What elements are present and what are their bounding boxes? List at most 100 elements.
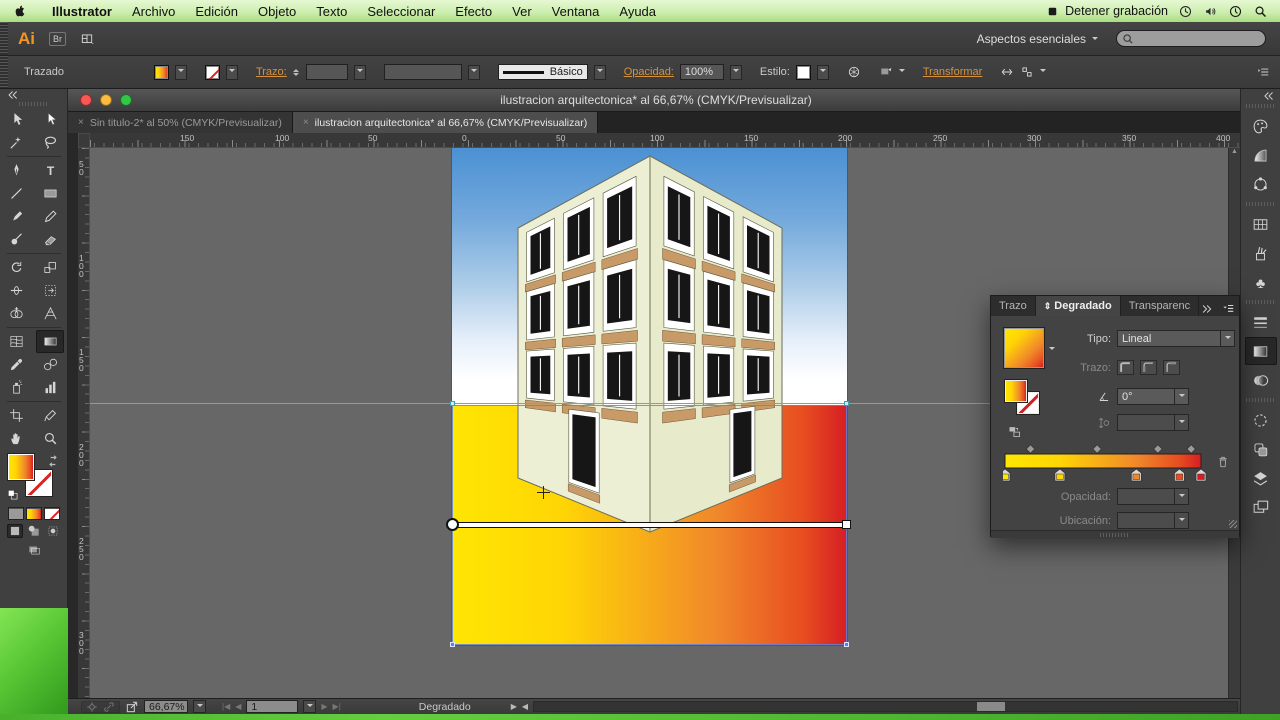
draw-inside-mode[interactable] (45, 524, 61, 538)
selection-tool[interactable] (3, 108, 31, 131)
distribute-icon[interactable] (1020, 65, 1034, 79)
transform-link[interactable]: Transformar (923, 66, 983, 78)
dock-layers-panel[interactable] (1245, 464, 1277, 492)
draw-behind-mode[interactable] (26, 524, 42, 538)
dock-appearance-panel[interactable] (1245, 406, 1277, 434)
stroke-width-dropdown[interactable] (353, 64, 366, 80)
stop-location-select[interactable] (1117, 512, 1189, 529)
blend-tool[interactable] (36, 353, 64, 376)
selection-anchor[interactable] (844, 401, 849, 406)
angle-select[interactable]: 0° (1117, 388, 1189, 405)
line-tool[interactable] (3, 182, 31, 205)
selection-anchor[interactable] (450, 642, 455, 647)
dock-group-grip[interactable] (1245, 202, 1276, 206)
horizontal-ruler[interactable]: 150 100 50 0 50 100 150 200 250 300 350 400 (90, 133, 1240, 148)
pencil-tool[interactable] (36, 205, 64, 228)
artboard-tool[interactable] (3, 404, 31, 427)
stroke-color-swatch[interactable] (204, 64, 220, 80)
color-button[interactable] (7, 507, 24, 520)
gradient-midpoint[interactable] (1025, 444, 1036, 454)
style-dropdown[interactable] (816, 64, 829, 80)
column-graph-tool[interactable] (36, 376, 64, 399)
document-tab[interactable]: × Sin titulo-2* al 50% (CMYK/Previsualiza… (68, 112, 293, 133)
scroll-left-button[interactable]: ◀ (522, 702, 528, 711)
panel-grip[interactable] (18, 102, 49, 106)
lasso-tool[interactable] (36, 131, 64, 154)
scrollbar-thumb[interactable] (976, 702, 1005, 711)
brush-dropdown[interactable] (593, 64, 606, 80)
paintbrush-tool[interactable] (3, 205, 31, 228)
eraser-tool[interactable] (36, 228, 64, 251)
menu-ventana[interactable]: Ventana (542, 0, 610, 22)
arrange-documents-icon[interactable] (80, 32, 94, 46)
zoom-level-field[interactable]: 66,67% (144, 700, 188, 713)
panel-tab-trazo[interactable]: Trazo (991, 296, 1036, 316)
dock-group-grip[interactable] (1245, 104, 1276, 108)
dock-gradient-panel[interactable] (1244, 337, 1277, 365)
profile-dropdown[interactable] (467, 64, 480, 80)
zoom-tool[interactable] (36, 427, 64, 450)
stroke-panel-link[interactable]: Trazo: (256, 66, 287, 78)
aspect-ratio-select[interactable] (1117, 414, 1189, 431)
selection-anchor[interactable] (844, 642, 849, 647)
selection-anchor[interactable] (450, 401, 455, 406)
gradient-midpoint[interactable] (1153, 444, 1163, 454)
rotate-tool[interactable] (3, 256, 31, 279)
panel-drag-grip[interactable] (1100, 532, 1130, 537)
dock-color-panel[interactable] (1245, 112, 1277, 140)
gradient-stop[interactable] (1003, 468, 1011, 482)
next-page-button[interactable]: ▶ (321, 702, 327, 711)
symbol-sprayer-tool[interactable] (3, 376, 31, 399)
shape-builder-tool[interactable] (3, 302, 31, 325)
screen-mode-button[interactable] (27, 543, 41, 557)
zoom-dropdown[interactable] (193, 700, 206, 713)
free-transform-tool[interactable] (36, 279, 64, 302)
fill-indicator[interactable] (7, 454, 34, 480)
stroke-along-icon[interactable] (1140, 360, 1157, 375)
gradient-presets-caret[interactable] (1049, 344, 1055, 356)
variable-width-profile[interactable] (383, 64, 462, 80)
stroke-dropdown-button[interactable] (225, 64, 238, 80)
menu-objeto[interactable]: Objeto (248, 0, 306, 22)
gradient-end-handle[interactable] (842, 520, 851, 529)
delete-stop-icon[interactable] (1215, 454, 1231, 470)
menu-ver[interactable]: Ver (502, 0, 542, 22)
gradient-stop[interactable] (1130, 468, 1142, 482)
volume-icon[interactable] (1203, 4, 1218, 19)
menu-texto[interactable]: Texto (306, 0, 357, 22)
collapse-panel-icon[interactable] (5, 88, 19, 102)
panel-options-icon[interactable] (1256, 65, 1270, 79)
zoom-window-button[interactable] (120, 94, 132, 106)
horizontal-scrollbar[interactable] (533, 701, 1238, 712)
rectangle-tool[interactable] (36, 182, 64, 205)
last-page-button[interactable]: ▶| (333, 702, 341, 711)
dock-transparency-panel[interactable] (1245, 366, 1277, 394)
gradient-annotator-bar[interactable] (452, 522, 847, 528)
magic-wand-tool[interactable] (3, 131, 31, 154)
dock-swatches-panel[interactable] (1245, 210, 1277, 238)
select-similar-icon[interactable] (879, 65, 893, 79)
gradient-tool[interactable] (36, 330, 65, 353)
menu-ayuda[interactable]: Ayuda (609, 0, 666, 22)
dock-kuler-panel[interactable] (1245, 170, 1277, 198)
default-fill-stroke-icon[interactable] (6, 488, 20, 502)
align-horizontal-icon[interactable] (1000, 65, 1014, 79)
export-icon[interactable] (125, 700, 139, 714)
gradient-midpoint[interactable] (1186, 444, 1196, 454)
reverse-gradient-icon[interactable] (1007, 424, 1022, 439)
draw-normal-mode[interactable] (6, 524, 23, 538)
workspace-switcher[interactable]: Aspectos esenciales (977, 32, 1098, 46)
opacity-dropdown[interactable] (729, 64, 742, 80)
align-dropdown[interactable] (1040, 66, 1046, 78)
hand-tool[interactable] (3, 427, 31, 450)
gradient-stop[interactable] (1054, 468, 1066, 482)
recolor-artwork-icon[interactable] (847, 65, 861, 79)
gradient-button[interactable] (25, 507, 42, 520)
vertical-ruler[interactable]: 50 100 150 200 250 300 (78, 148, 90, 698)
swap-fill-stroke-icon[interactable] (46, 454, 60, 468)
dock-group-grip[interactable] (1245, 398, 1276, 402)
gradient-stop[interactable] (1174, 468, 1185, 482)
style-swatch[interactable] (795, 64, 811, 80)
select-similar-dropdown[interactable] (899, 66, 905, 78)
artboard-dropdown[interactable] (303, 700, 317, 713)
